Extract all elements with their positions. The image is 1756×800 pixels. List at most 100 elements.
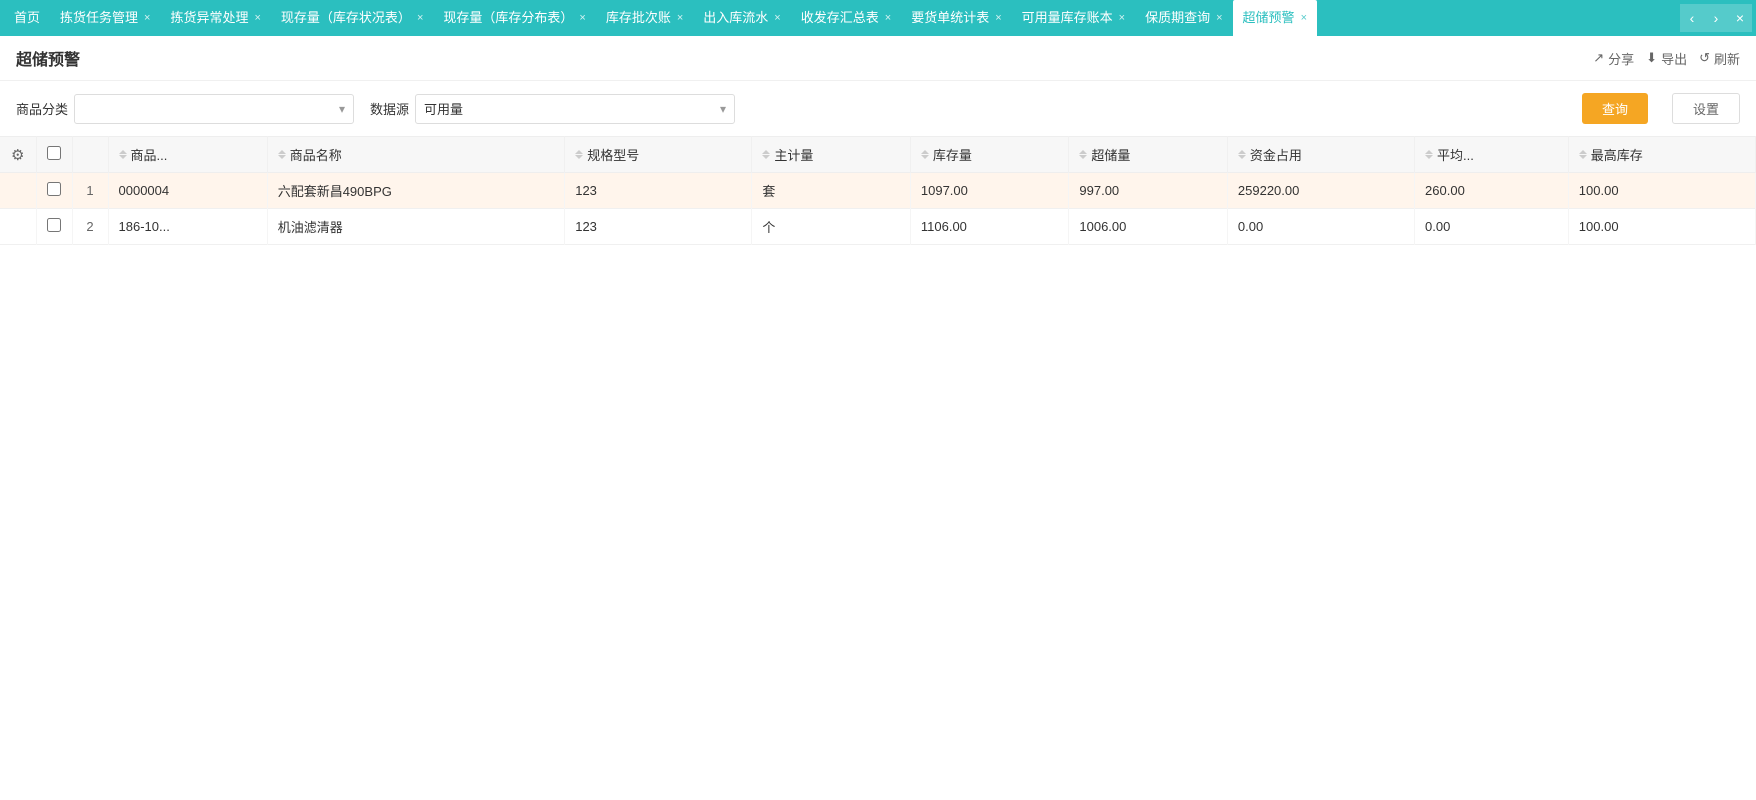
nav-item-3-close[interactable]: × [417,0,423,36]
nav-item-11-close[interactable]: × [1301,0,1307,36]
nav-item-3[interactable]: 现存量（库存状况表） × [271,0,433,36]
nav-prev-button[interactable]: ‹ [1680,4,1704,32]
nav-item-2-label: 拣货异常处理 [170,0,248,36]
col-max-stock: 最高库存 [1568,137,1755,173]
nav-item-7-close[interactable]: × [885,0,891,36]
nav-item-1-label: 拣货任务管理 [60,0,138,36]
query-button[interactable]: 查询 [1582,93,1648,124]
col-avg: 平均... [1415,137,1569,173]
col-product-name-label: 商品名称 [290,145,342,164]
col-capital-label: 资金占用 [1250,145,1302,164]
nav-next-button[interactable]: › [1704,4,1728,32]
row-checkbox-cell [36,209,72,245]
datasource-dropdown-icon: ▾ [720,102,726,116]
nav-item-8-label: 要货单统计表 [911,0,989,36]
nav-item-4-close[interactable]: × [579,0,585,36]
nav-item-home[interactable]: 首页 [4,0,50,36]
row-product-code: 0000004 [108,173,267,209]
table-container: ⚙ 商品... [0,136,1756,245]
row-checkbox-1[interactable] [47,218,61,232]
share-label: 分享 [1608,49,1634,68]
data-table: ⚙ 商品... [0,136,1756,245]
datasource-select[interactable]: 可用量 ▾ [415,94,735,124]
nav-item-9[interactable]: 可用量库存账本 × [1012,0,1135,36]
gear-icon-button[interactable]: ⚙ [11,146,24,164]
nav-arrows: ‹ › × [1680,4,1752,32]
col-capital-sort-icon[interactable] [1238,150,1246,159]
row-gear [0,209,36,245]
select-all-checkbox[interactable] [47,146,61,160]
col-spec: 规格型号 [565,137,752,173]
col-stock-sort-icon[interactable] [921,150,929,159]
col-checkbox [36,137,72,173]
nav-item-home-label: 首页 [14,0,40,36]
nav-item-6-label: 出入库流水 [703,0,768,36]
nav-item-9-close[interactable]: × [1119,0,1125,36]
row-max-stock: 100.00 [1568,209,1755,245]
category-label: 商品分类 [16,99,68,118]
table-body: 1 0000004 六配套新昌490BPG 123 套 1097.00 997.… [0,173,1756,245]
row-product-name: 六配套新昌490BPG [267,173,565,209]
row-checkbox-cell [36,173,72,209]
nav-item-11[interactable]: 超储预警 × [1233,0,1317,36]
nav-item-8-close[interactable]: × [995,0,1001,36]
nav-item-6[interactable]: 出入库流水 × [693,0,790,36]
row-stock: 1106.00 [910,209,1069,245]
nav-item-4[interactable]: 现存量（库存分布表） × [433,0,595,36]
nav-item-10-close[interactable]: × [1216,0,1222,36]
col-unit-label: 主计量 [774,145,813,164]
header-actions: ↗ 分享 ⬇ 导出 ↺ 刷新 [1593,49,1740,68]
col-unit: 主计量 [752,137,911,173]
nav-close-all-button[interactable]: × [1728,4,1752,32]
col-avg-label: 平均... [1437,145,1474,164]
nav-item-5-close[interactable]: × [677,0,683,36]
col-spec-sort-icon[interactable] [575,150,583,159]
row-checkbox-0[interactable] [47,182,61,196]
col-max-stock-label: 最高库存 [1591,145,1643,164]
category-dropdown-icon: ▾ [339,102,345,116]
nav-item-2-close[interactable]: × [254,0,260,36]
col-stock-label: 库存量 [933,145,972,164]
top-nav: 首页 拣货任务管理 × 拣货异常处理 × 现存量（库存状况表） × 现存量（库存… [0,0,1756,36]
nav-item-7[interactable]: 收发存汇总表 × [791,0,901,36]
col-product-name-sort-icon[interactable] [278,150,286,159]
col-unit-sort-icon[interactable] [762,150,770,159]
row-over-stock: 997.00 [1069,173,1228,209]
datasource-label: 数据源 [370,99,409,118]
col-max-stock-sort-icon[interactable] [1579,150,1587,159]
refresh-button[interactable]: ↺ 刷新 [1699,49,1740,68]
nav-item-10[interactable]: 保质期查询 × [1135,0,1232,36]
col-capital: 资金占用 [1227,137,1414,173]
nav-item-1-close[interactable]: × [144,0,150,36]
category-filter: 商品分类 ▾ [16,94,354,124]
nav-item-1[interactable]: 拣货任务管理 × [50,0,160,36]
row-gear [0,173,36,209]
row-over-stock: 1006.00 [1069,209,1228,245]
table-row: 1 0000004 六配套新昌490BPG 123 套 1097.00 997.… [0,173,1756,209]
row-max-stock: 100.00 [1568,173,1755,209]
col-avg-sort-icon[interactable] [1425,150,1433,159]
settings-button[interactable]: 设置 [1672,93,1740,124]
row-num: 2 [72,209,108,245]
refresh-icon: ↺ [1699,50,1710,66]
row-avg: 260.00 [1415,173,1569,209]
page-header: 超储预警 ↗ 分享 ⬇ 导出 ↺ 刷新 [0,36,1756,81]
nav-item-2[interactable]: 拣货异常处理 × [160,0,270,36]
nav-item-6-close[interactable]: × [774,0,780,36]
nav-item-9-label: 可用量库存账本 [1022,0,1113,36]
nav-item-8[interactable]: 要货单统计表 × [901,0,1011,36]
share-button[interactable]: ↗ 分享 [1593,49,1634,68]
col-product-code-sort-icon[interactable] [119,150,127,159]
col-num [72,137,108,173]
row-unit: 个 [752,209,911,245]
row-num: 1 [72,173,108,209]
datasource-filter: 数据源 可用量 ▾ [370,94,735,124]
col-over-stock: 超储量 [1069,137,1228,173]
col-over-stock-sort-icon[interactable] [1079,150,1087,159]
col-product-name: 商品名称 [267,137,565,173]
export-button[interactable]: ⬇ 导出 [1646,49,1687,68]
col-stock: 库存量 [910,137,1069,173]
category-select[interactable]: ▾ [74,94,354,124]
page-title: 超储预警 [16,46,80,70]
nav-item-5[interactable]: 库存批次账 × [596,0,693,36]
